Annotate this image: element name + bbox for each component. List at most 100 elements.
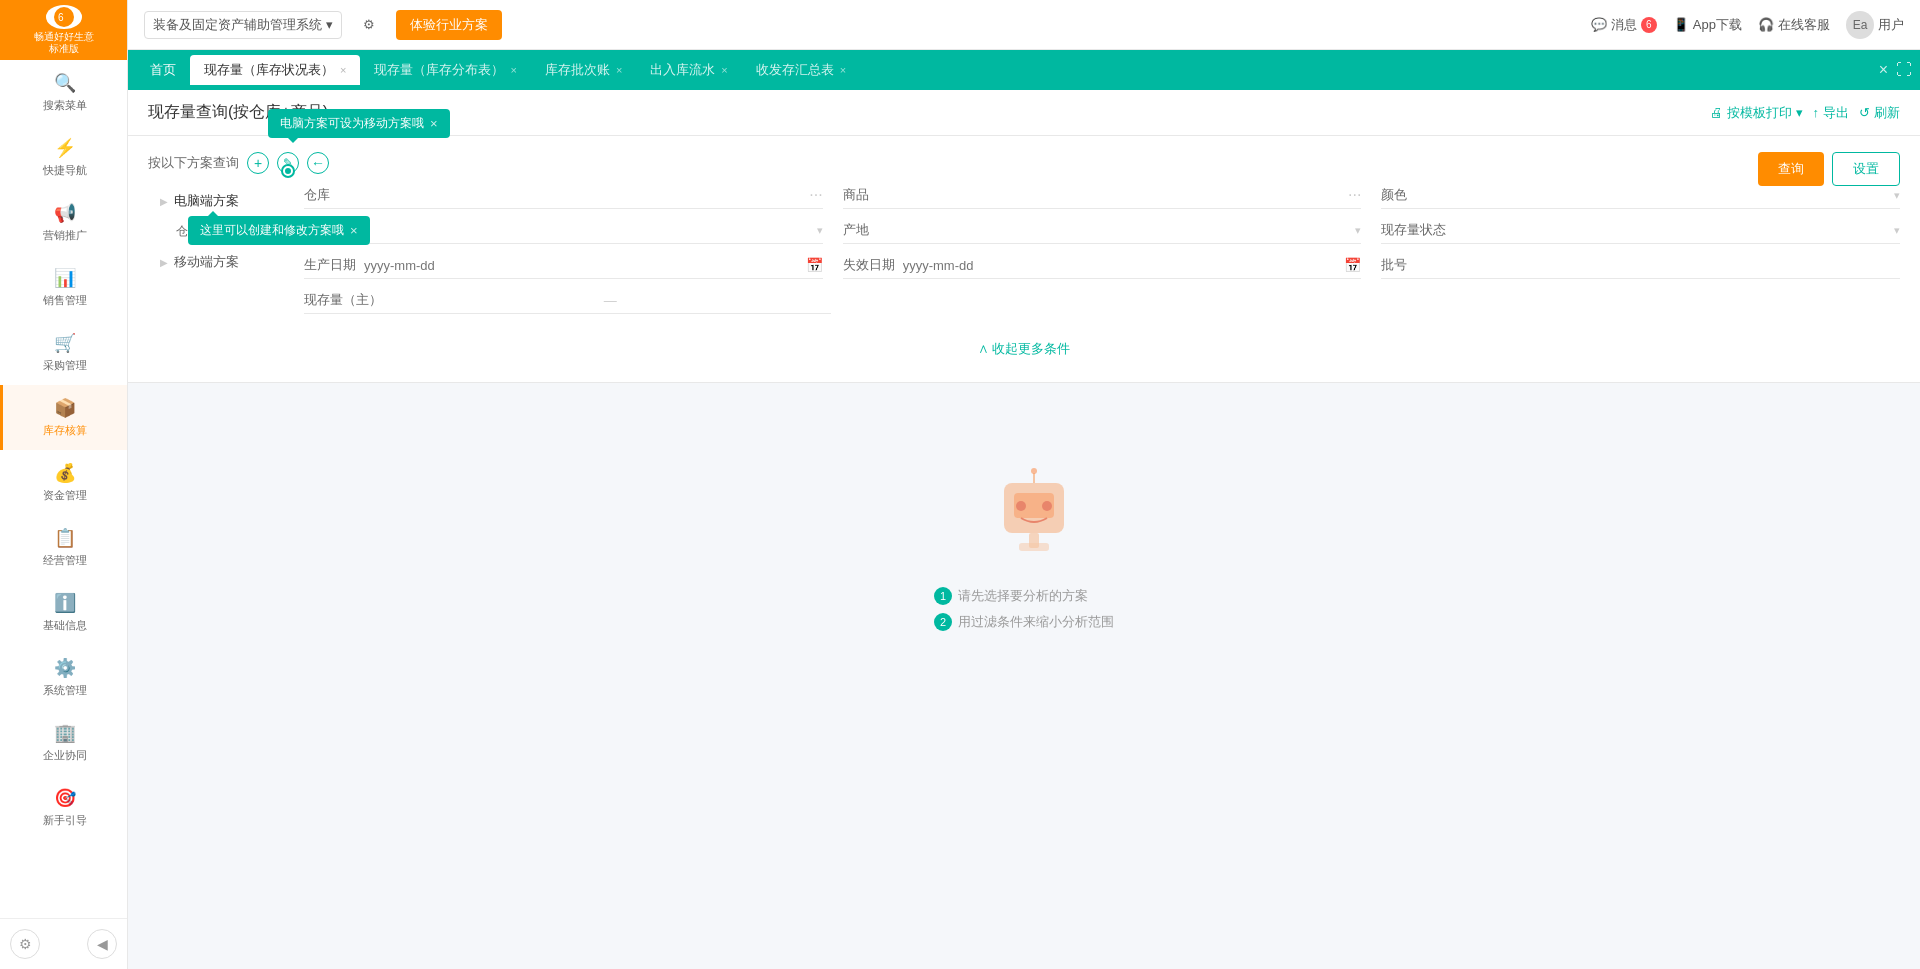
edit-scheme-button[interactable]: ✎ 电脑方案可设为移动方案哦 × bbox=[277, 152, 299, 174]
stock-qty-min-input[interactable] bbox=[390, 293, 592, 308]
stock-qty-max-input[interactable] bbox=[629, 293, 831, 308]
tab-close-icon[interactable]: × bbox=[340, 64, 346, 76]
system-title: 装备及固定资产辅助管理系统 bbox=[153, 16, 322, 34]
sidebar-item-quick-nav[interactable]: ⚡ 快捷导航 bbox=[0, 125, 127, 190]
sidebar-item-guide[interactable]: 🎯 新手引导 bbox=[0, 775, 127, 840]
tab-inventory-dist[interactable]: 现存量（库存分布表） × bbox=[360, 55, 530, 85]
tab-home[interactable]: 首页 bbox=[136, 55, 190, 85]
tab-label: 现存量（库存分布表） bbox=[374, 61, 504, 79]
avatar: Ea bbox=[1846, 11, 1874, 39]
scheme-tree: ▶ 电脑端方案 这里可以创建和修改方案哦 × 仓库商品 ▶ bbox=[148, 186, 288, 322]
step-2-num: 2 bbox=[934, 613, 952, 631]
message-label: 消息 bbox=[1611, 16, 1637, 34]
tab-label: 收发存汇总表 bbox=[756, 61, 834, 79]
filter-field-expire-date: 失效日期 📅 bbox=[843, 256, 1362, 279]
goods-dots-icon[interactable]: ··· bbox=[1348, 186, 1361, 204]
scheme-label: 电脑端方案 bbox=[174, 192, 239, 210]
sidebar-item-marketing[interactable]: 📢 营销推广 bbox=[0, 190, 127, 255]
tab-inventory-status[interactable]: 现存量（库存状况表） × bbox=[190, 55, 360, 85]
close-all-tabs-button[interactable]: × bbox=[1879, 61, 1888, 79]
sidebar-item-purchase[interactable]: 🛒 采购管理 bbox=[0, 320, 127, 385]
collapse-button[interactable]: ∧ 收起更多条件 bbox=[148, 332, 1900, 366]
tab-batch-account[interactable]: 库存批次账 × bbox=[531, 55, 636, 85]
tab-bar-right: × ⛶ bbox=[1879, 61, 1912, 79]
expand-button[interactable]: ⛶ bbox=[1896, 61, 1912, 79]
app-download-button[interactable]: 📱 App下载 bbox=[1673, 16, 1742, 34]
scheme-area: ▶ 电脑端方案 这里可以创建和修改方案哦 × 仓库商品 ▶ bbox=[148, 186, 1900, 322]
color-label: 颜色 bbox=[1381, 186, 1407, 204]
export-button[interactable]: ↑ 导出 bbox=[1813, 104, 1850, 122]
calendar-icon[interactable]: 📅 bbox=[806, 257, 823, 273]
stock-status-input[interactable] bbox=[1454, 223, 1886, 238]
warehouse-input[interactable] bbox=[338, 188, 801, 203]
add-scheme-button[interactable]: + bbox=[247, 152, 269, 174]
filter-field-goods: 商品 ··· bbox=[843, 186, 1362, 209]
tab-inout-flow[interactable]: 出入库流水 × bbox=[636, 55, 741, 85]
produce-date-input[interactable] bbox=[364, 258, 798, 273]
tab-label: 库存批次账 bbox=[545, 61, 610, 79]
basic-info-icon: ℹ️ bbox=[54, 592, 76, 614]
query-button[interactable]: 查询 bbox=[1758, 152, 1824, 186]
message-icon: 💬 bbox=[1591, 17, 1607, 32]
tab-close-icon[interactable]: × bbox=[616, 64, 622, 76]
stock-status-chevron-icon[interactable]: ▾ bbox=[1894, 224, 1900, 237]
expire-date-input[interactable] bbox=[903, 258, 1337, 273]
color-input[interactable] bbox=[1415, 188, 1886, 203]
calendar-icon[interactable]: 📅 bbox=[1344, 257, 1361, 273]
message-badge: 6 bbox=[1641, 17, 1657, 33]
sidebar-item-label: 基础信息 bbox=[43, 618, 87, 633]
tab-close-icon[interactable]: × bbox=[840, 64, 846, 76]
refresh-icon: ↺ bbox=[1859, 105, 1870, 120]
tooltip-close-button[interactable]: × bbox=[430, 116, 438, 131]
goods-input[interactable] bbox=[877, 188, 1340, 203]
sidebar-item-basic-info[interactable]: ℹ️ 基础信息 bbox=[0, 580, 127, 645]
sidebar-nav: 🔍 搜索菜单 ⚡ 快捷导航 📢 营销推广 📊 销售管理 🛒 采购管理 📦 库存核… bbox=[0, 60, 127, 918]
collapse-sidebar-button[interactable]: ◀ bbox=[87, 929, 117, 959]
sidebar-item-label: 营销推广 bbox=[43, 228, 87, 243]
user-menu[interactable]: Ea 用户 bbox=[1846, 11, 1904, 39]
app-logo: 6 畅通好好生意 标准版 bbox=[0, 0, 127, 60]
tab-close-icon[interactable]: × bbox=[721, 64, 727, 76]
refresh-button[interactable]: ↺ 刷新 bbox=[1859, 104, 1900, 122]
filter-field-batch: 批号 bbox=[1381, 256, 1900, 279]
scheme-desktop[interactable]: ▶ 电脑端方案 bbox=[148, 186, 288, 216]
color-chevron-icon[interactable]: ▾ bbox=[1894, 189, 1900, 202]
tab-receive-summary[interactable]: 收发存汇总表 × bbox=[742, 55, 860, 85]
sidebar-item-finance[interactable]: 💰 资金管理 bbox=[0, 450, 127, 515]
sidebar-item-system[interactable]: ⚙️ 系统管理 bbox=[0, 645, 127, 710]
sidebar: 6 畅通好好生意 标准版 🔍 搜索菜单 ⚡ 快捷导航 📢 营销推广 📊 销售管理… bbox=[0, 0, 128, 969]
industry-button[interactable]: 体验行业方案 bbox=[396, 10, 502, 40]
filter-field-origin: 产地 ▾ bbox=[843, 221, 1362, 244]
origin-chevron-icon[interactable]: ▾ bbox=[1355, 224, 1361, 237]
filter-field-warehouse: 仓库 ··· bbox=[304, 186, 823, 209]
sidebar-item-inventory[interactable]: 📦 库存核算 bbox=[0, 385, 127, 450]
empty-state: 1 请先选择要分析的方案 2 用过滤条件来缩小分析范围 bbox=[128, 383, 1920, 715]
stock-qty-label: 现存量（主） bbox=[304, 291, 382, 309]
batch-label: 批号 bbox=[1381, 256, 1407, 274]
gear-button[interactable]: ⚙ bbox=[354, 10, 384, 40]
scheme-mobile[interactable]: ▶ 移动端方案 bbox=[148, 247, 288, 277]
back-button[interactable]: ← bbox=[307, 152, 329, 174]
sidebar-item-enterprise[interactable]: 🏢 企业协同 bbox=[0, 710, 127, 775]
sidebar-item-sales[interactable]: 📊 销售管理 bbox=[0, 255, 127, 320]
size-chevron-icon[interactable]: ▾ bbox=[817, 224, 823, 237]
sidebar-item-search-menu[interactable]: 🔍 搜索菜单 bbox=[0, 60, 127, 125]
page-content: 现存量查询(按仓库+商品) 🖨 按模板打印 ▾ ↑ 导出 ↺ 刷新 bbox=[128, 90, 1920, 969]
warehouse-dots-icon[interactable]: ··· bbox=[809, 186, 822, 204]
tab-close-icon[interactable]: × bbox=[510, 64, 516, 76]
message-button[interactable]: 💬 消息 6 bbox=[1591, 16, 1657, 34]
edit-tooltip-close[interactable]: × bbox=[350, 223, 358, 238]
sidebar-item-operations[interactable]: 📋 经营管理 bbox=[0, 515, 127, 580]
origin-input[interactable] bbox=[877, 223, 1348, 238]
size-input[interactable] bbox=[338, 223, 809, 238]
settings-button[interactable]: ⚙ bbox=[10, 929, 40, 959]
reset-button[interactable]: 设置 bbox=[1832, 152, 1900, 186]
export-label: 导出 bbox=[1823, 104, 1849, 122]
filter-field-color: 颜色 ▾ bbox=[1381, 186, 1900, 209]
batch-input[interactable] bbox=[1415, 258, 1900, 273]
purchase-icon: 🛒 bbox=[54, 332, 76, 354]
export-icon: ↑ bbox=[1813, 105, 1820, 120]
online-service-button[interactable]: 🎧 在线客服 bbox=[1758, 16, 1830, 34]
print-template-button[interactable]: 🖨 按模板打印 ▾ bbox=[1710, 104, 1803, 122]
system-selector[interactable]: 装备及固定资产辅助管理系统 ▾ bbox=[144, 11, 342, 39]
